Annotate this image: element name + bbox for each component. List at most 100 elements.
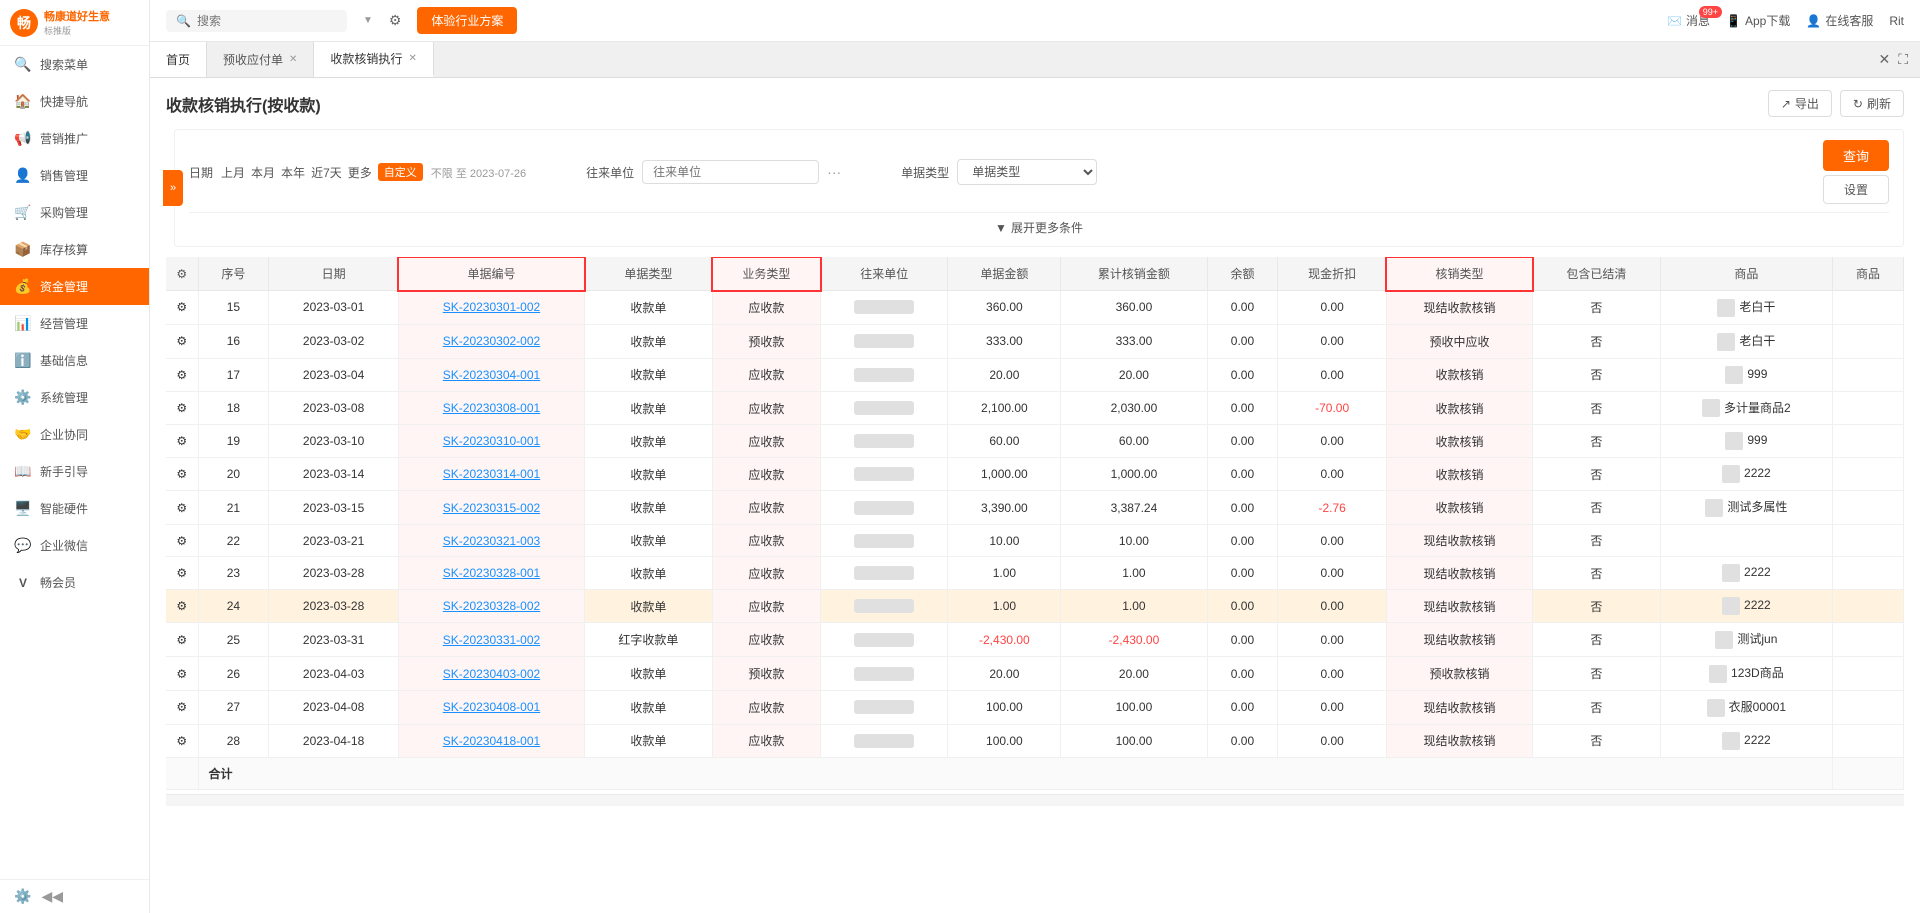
voucher-no-link[interactable]: SK-20230328-001: [443, 566, 540, 580]
voucher-no-link[interactable]: SK-20230308-001: [443, 401, 540, 415]
sidebar-item-guide[interactable]: 📖 新手引导: [0, 453, 149, 490]
cell-gear[interactable]: ⚙: [166, 690, 198, 724]
cell-verified: 20.00: [1061, 358, 1207, 391]
date-custom[interactable]: 自定义: [378, 163, 423, 181]
filter-expand-button[interactable]: ▼ 展开更多条件: [189, 212, 1889, 236]
cell-gear[interactable]: ⚙: [166, 324, 198, 358]
cell-date: 2023-03-02: [269, 324, 399, 358]
sidebar-item-sales[interactable]: 👤 销售管理: [0, 157, 149, 194]
cell-gear[interactable]: ⚙: [166, 358, 198, 391]
cell-amount: 20.00: [948, 358, 1061, 391]
topbar-user[interactable]: Rit: [1889, 14, 1904, 28]
sidebar-item-finance[interactable]: 💰 资金管理: [0, 268, 149, 305]
sidebar-item-enterprise[interactable]: 🤝 企业协同: [0, 416, 149, 453]
cell-partner: [821, 690, 948, 724]
horizontal-scrollbar[interactable]: [166, 794, 1904, 806]
cell-verified: 100.00: [1061, 690, 1207, 724]
sidebar-item-system[interactable]: ⚙️ 系统管理: [0, 379, 149, 416]
voucher-no-link[interactable]: SK-20230314-001: [443, 467, 540, 481]
tab-receipt[interactable]: 收款核销执行 ✕: [314, 42, 433, 77]
voucher-type-filter-select[interactable]: 单据类型: [957, 159, 1097, 185]
voucher-no-link[interactable]: SK-20230331-002: [443, 633, 540, 647]
cell-product2: [1833, 425, 1904, 458]
partner-blurred: [854, 633, 914, 647]
tab-home[interactable]: 首页: [150, 42, 207, 77]
sidebar-item-operation[interactable]: 📊 经营管理: [0, 305, 149, 342]
query-button[interactable]: 查询: [1823, 140, 1889, 171]
sidebar-item-member[interactable]: V 畅会员: [0, 564, 149, 601]
sidebar-item-marketing[interactable]: 📢 营销推广: [0, 120, 149, 157]
voucher-no-link[interactable]: SK-20230321-003: [443, 534, 540, 548]
tab-maximize-icon[interactable]: ⛶: [1898, 51, 1908, 68]
topbar-app-download[interactable]: 📱 App下载: [1726, 12, 1790, 29]
cell-verify-type: 收款核销: [1386, 458, 1532, 491]
tab-close-all-icon[interactable]: ✕: [1878, 51, 1890, 68]
filter-toggle-button[interactable]: »: [163, 170, 183, 206]
voucher-no-link[interactable]: SK-20230315-002: [443, 501, 540, 515]
sidebar-item-search[interactable]: 🔍 搜索菜单: [0, 46, 149, 83]
cell-gear[interactable]: ⚙: [166, 458, 198, 491]
cell-gear[interactable]: ⚙: [166, 657, 198, 691]
voucher-no-link[interactable]: SK-20230403-002: [443, 667, 540, 681]
cell-voucher-type: 收款单: [585, 724, 712, 757]
topbar-search-input[interactable]: [197, 14, 337, 28]
row-gear-icon: ⚙: [176, 434, 187, 448]
topbar-gear-icon[interactable]: ⚙: [389, 12, 402, 29]
cell-date: 2023-03-21: [269, 525, 399, 557]
cell-gear[interactable]: ⚙: [166, 291, 198, 325]
cell-gear[interactable]: ⚙: [166, 590, 198, 623]
cell-gear[interactable]: ⚙: [166, 425, 198, 458]
sidebar-item-basic[interactable]: ℹ️ 基础信息: [0, 342, 149, 379]
voucher-no-link[interactable]: SK-20230408-001: [443, 700, 540, 714]
date-this-year[interactable]: 本年: [281, 164, 305, 181]
cell-partner: [821, 525, 948, 557]
date-range-display: 不限 至 2023-07-26: [431, 165, 526, 181]
voucher-no-link[interactable]: SK-20230418-001: [443, 734, 540, 748]
sidebar-item-wechat[interactable]: 💬 企业微信: [0, 527, 149, 564]
sidebar-item-quicknav[interactable]: 🏠 快捷导航: [0, 83, 149, 120]
col-gear[interactable]: ⚙: [166, 257, 198, 291]
cell-product: 老白干: [1660, 324, 1833, 358]
cell-partner: [821, 623, 948, 657]
voucher-no-link[interactable]: SK-20230328-002: [443, 599, 540, 613]
cell-gear[interactable]: ⚙: [166, 491, 198, 525]
voucher-no-link[interactable]: SK-20230302-002: [443, 334, 540, 348]
topbar-dropdown-arrow[interactable]: ▼: [363, 15, 373, 26]
cell-voucher-type: 收款单: [585, 557, 712, 590]
cell-gear[interactable]: ⚙: [166, 557, 198, 590]
row-gear-icon: ⚙: [176, 633, 187, 647]
date-more[interactable]: 更多: [348, 164, 372, 181]
export-button[interactable]: ↗ 导出: [1768, 90, 1832, 117]
cell-no: 26: [198, 657, 269, 691]
cell-gear[interactable]: ⚙: [166, 391, 198, 425]
topbar-message[interactable]: ✉️ 消息 99+: [1667, 12, 1710, 29]
topbar-online-service[interactable]: 👤 在线客服: [1806, 12, 1873, 29]
cell-gear[interactable]: ⚙: [166, 623, 198, 657]
tab-prepay[interactable]: 预收应付单 ✕: [207, 42, 314, 77]
collapse-icon[interactable]: ◀◀: [41, 888, 63, 905]
prepay-tab-close[interactable]: ✕: [289, 54, 297, 65]
partner-filter-input[interactable]: [642, 160, 819, 184]
receipt-tab-close[interactable]: ✕: [408, 53, 416, 64]
date-7days[interactable]: 近7天: [311, 164, 342, 181]
partner-blurred: [854, 300, 914, 314]
voucher-no-link[interactable]: SK-20230304-001: [443, 368, 540, 382]
refresh-button[interactable]: ↻ 刷新: [1840, 90, 1904, 117]
sidebar-item-label: 销售管理: [40, 167, 88, 184]
cell-discount: 0.00: [1278, 657, 1387, 691]
voucher-no-link[interactable]: SK-20230310-001: [443, 434, 540, 448]
date-this-month[interactable]: 本月: [251, 164, 275, 181]
solution-button[interactable]: 体验行业方案: [417, 7, 517, 34]
sidebar-item-inventory[interactable]: 📦 库存核算: [0, 231, 149, 268]
cell-gear[interactable]: ⚙: [166, 724, 198, 757]
date-filter-label: 日期: [189, 164, 213, 181]
voucher-no-link[interactable]: SK-20230301-002: [443, 300, 540, 314]
date-last-month[interactable]: 上月: [221, 164, 245, 181]
sidebar-item-label: 企业微信: [40, 537, 88, 554]
cell-gear[interactable]: ⚙: [166, 525, 198, 557]
settings-bottom-icon[interactable]: ⚙️: [14, 888, 31, 905]
cell-date: 2023-03-14: [269, 458, 399, 491]
sidebar-item-purchase[interactable]: 🛒 采购管理: [0, 194, 149, 231]
sidebar-item-hardware[interactable]: 🖥️ 智能硬件: [0, 490, 149, 527]
filter-settings-button[interactable]: 设置: [1823, 175, 1889, 204]
